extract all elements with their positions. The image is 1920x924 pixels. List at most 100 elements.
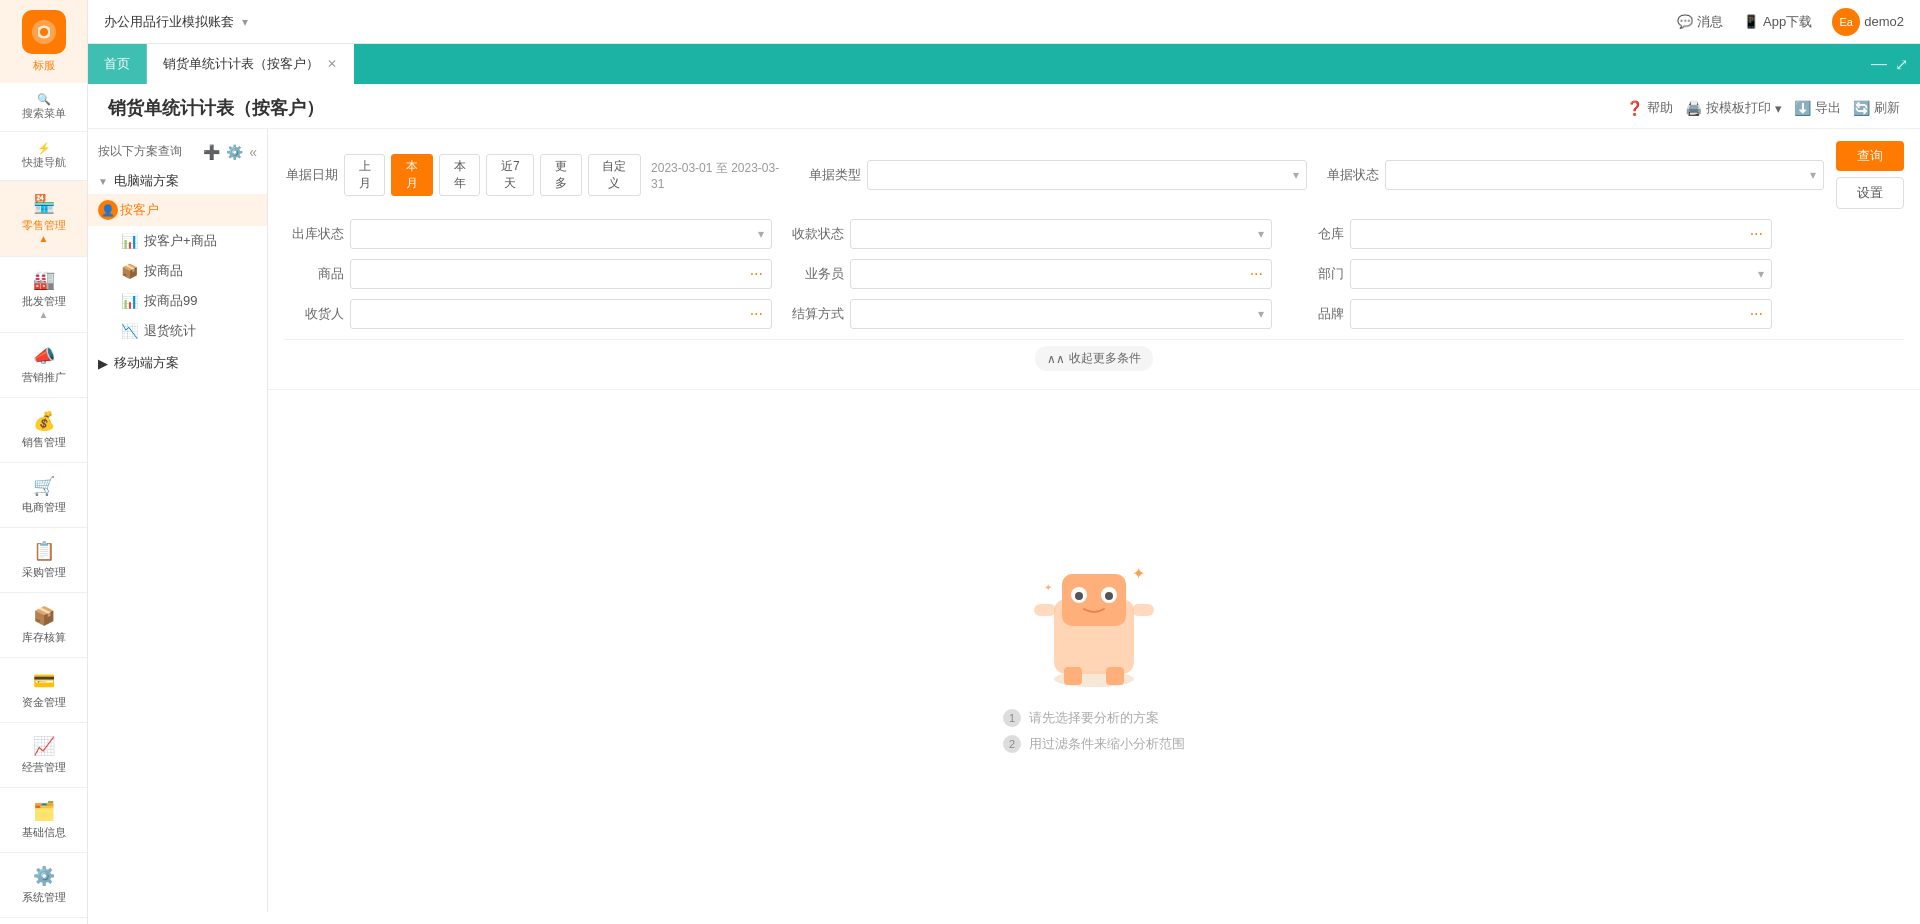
scheme-group-pc-title[interactable]: ▼ 电脑端方案 <box>88 168 267 194</box>
collapse-filters-btn[interactable]: ∧∧ 收起更多条件 <box>1035 346 1153 371</box>
filter-row-2: 出库状态 收款状态 <box>284 219 1904 249</box>
refresh-btn[interactable]: 🔄 刷新 <box>1853 99 1900 117</box>
app-download-btn[interactable]: 📱 App下载 <box>1743 13 1812 31</box>
header-left: 办公用品行业模拟账套 ▾ <box>104 13 248 31</box>
scheme-panel-title: 按以下方案查询 <box>98 143 182 160</box>
tab-bar: 首页 销货单统计计表（按客户） ✕ — ⤢ <box>88 44 1920 84</box>
retail-icon: 🏪 <box>33 193 55 215</box>
date-label: 单据日期 <box>284 166 338 184</box>
page-title-actions: ❓ 帮助 🖨️ 按模板打印 ▾ ⬇️ 导出 🔄 刷新 <box>1626 99 1900 117</box>
export-btn[interactable]: ⬇️ 导出 <box>1794 99 1841 117</box>
order-status-select[interactable] <box>1385 160 1824 190</box>
basic-info-icon: 🗂️ <box>33 800 55 822</box>
user-profile[interactable]: Ea demo2 <box>1832 8 1904 36</box>
settings-btn[interactable]: 设置 <box>1836 177 1904 209</box>
scheme-item-return-stats[interactable]: 📉 退货统计 <box>88 316 267 346</box>
system-icon: ⚙️ <box>33 865 55 887</box>
out-status-select-wrap[interactable] <box>350 219 772 249</box>
scheme-group-mobile-title[interactable]: ▶ 移动端方案 <box>88 350 267 376</box>
sidebar-item-finance[interactable]: 💳 资金管理 <box>0 658 87 723</box>
order-status-label: 单据状态 <box>1319 166 1379 184</box>
sidebar-item-wholesale[interactable]: 🏭 批发管理 ▲ <box>0 257 87 333</box>
receive-status-select[interactable] <box>850 219 1272 249</box>
sidebar-item-inventory[interactable]: 📦 库存核算 <box>0 593 87 658</box>
receive-status-select-wrap[interactable] <box>850 219 1272 249</box>
date-btn-last-month[interactable]: 上月 <box>344 154 385 196</box>
sidebar-item-enterprise[interactable]: 🤝 企业协同 <box>0 918 87 924</box>
salesperson-input[interactable]: ··· <box>850 259 1272 289</box>
print-dropdown-icon[interactable]: ▾ <box>1775 101 1782 116</box>
collapse-panel-btn[interactable]: « <box>249 144 257 160</box>
tab-close-btn[interactable]: ✕ <box>327 57 337 71</box>
svg-text:✦: ✦ <box>1044 582 1052 593</box>
sidebar-item-ecommerce[interactable]: 🛒 电商管理 <box>0 463 87 528</box>
message-btn[interactable]: 💬 消息 <box>1677 13 1723 31</box>
header-title: 办公用品行业模拟账套 <box>104 13 234 31</box>
marketing-icon: 📣 <box>33 345 55 367</box>
sidebar-item-purchase[interactable]: 📋 采购管理 <box>0 528 87 593</box>
scheme-item-product-99[interactable]: 📊 按商品99 <box>88 286 267 316</box>
date-btn-custom[interactable]: 自定义 <box>588 154 641 196</box>
sidebar-item-basic-info[interactable]: 🗂️ 基础信息 <box>0 788 87 853</box>
top-header: 办公用品行业模拟账套 ▾ 💬 消息 📱 App下载 Ea demo2 <box>88 0 1920 44</box>
page-title-bar: 销货单统计计表（按客户） ❓ 帮助 🖨️ 按模板打印 ▾ ⬇️ 导出 🔄 刷 <box>88 84 1920 129</box>
add-scheme-btn[interactable]: ➕ <box>203 144 220 160</box>
sidebar-item-sales[interactable]: 💰 销售管理 <box>0 398 87 463</box>
settle-group: 结算方式 <box>784 299 1272 329</box>
header-dropdown-btn[interactable]: ▾ <box>242 15 248 29</box>
warehouse-input[interactable]: ··· <box>1350 219 1772 249</box>
consignee-input[interactable]: ··· <box>350 299 772 329</box>
sidebar: 标服 🔍 搜索菜单 ⚡ 快捷导航 🏪 零售管理 ▲ 🏭 批发管理 ▲ 📣 营销推… <box>0 0 88 924</box>
scheme-panel-actions: ➕ ⚙️ « <box>203 144 257 160</box>
date-btn-more[interactable]: 更多 <box>540 154 581 196</box>
refresh-icon: 🔄 <box>1853 100 1870 116</box>
user-avatar: Ea <box>1832 8 1860 36</box>
warehouse-dots: ··· <box>1750 225 1763 243</box>
consignee-label: 收货人 <box>284 305 344 323</box>
product-99-icon: 📊 <box>120 293 138 309</box>
print-icon: 🖨️ <box>1685 100 1702 116</box>
department-select[interactable] <box>1350 259 1772 289</box>
left-scheme-panel: 按以下方案查询 ➕ ⚙️ « ▼ 电脑端方案 <box>88 129 268 912</box>
order-status-select-wrap[interactable] <box>1385 160 1824 190</box>
settle-select[interactable] <box>850 299 1272 329</box>
brand-group: 品牌 ··· <box>1284 299 1772 329</box>
sidebar-item-retail[interactable]: 🏪 零售管理 ▲ <box>0 181 87 257</box>
scheme-item-customer-product[interactable]: 📊 按客户+商品 <box>88 226 267 256</box>
order-type-select[interactable] <box>867 160 1306 190</box>
product-label: 商品 <box>284 265 344 283</box>
sidebar-item-operations[interactable]: 📈 经营管理 <box>0 723 87 788</box>
department-select-wrap[interactable] <box>1350 259 1772 289</box>
date-btn-this-month[interactable]: 本月 <box>391 154 432 196</box>
right-panel: 单据日期 上月 本月 本年 近7天 更多 自定义 2023-03-01 至 20… <box>268 129 1920 912</box>
maximize-btn[interactable]: ⤢ <box>1895 55 1908 74</box>
date-btn-this-year[interactable]: 本年 <box>439 154 480 196</box>
scheme-item-product[interactable]: 📦 按商品 <box>88 256 267 286</box>
search-icon: 🔍 <box>37 93 51 106</box>
out-status-select[interactable] <box>350 219 772 249</box>
tip-1-text: 请先选择要分析的方案 <box>1029 709 1159 727</box>
settle-select-wrap[interactable] <box>850 299 1272 329</box>
product-input[interactable]: ··· <box>350 259 772 289</box>
sidebar-item-system[interactable]: ⚙️ 系统管理 <box>0 853 87 918</box>
collapse-row: ∧∧ 收起更多条件 <box>284 339 1904 377</box>
tab-sales-stats[interactable]: 销货单统计计表（按客户） ✕ <box>147 44 354 84</box>
query-btn[interactable]: 查询 <box>1836 141 1904 171</box>
quick-nav-item[interactable]: ⚡ 快捷导航 <box>0 132 87 181</box>
order-type-select-wrap[interactable] <box>867 160 1306 190</box>
tip-2-num: 2 <box>1003 735 1021 753</box>
sidebar-item-marketing[interactable]: 📣 营销推广 <box>0 333 87 398</box>
edit-scheme-btn[interactable]: ⚙️ <box>226 144 243 160</box>
help-btn[interactable]: ❓ 帮助 <box>1626 99 1673 117</box>
print-btn[interactable]: 🖨️ 按模板打印 ▾ <box>1685 99 1782 117</box>
scheme-item-by-customer[interactable]: 👤 按客户 <box>88 194 267 226</box>
group-collapsed-icon: ▶ <box>98 356 108 371</box>
minimize-btn[interactable]: — <box>1871 55 1887 73</box>
query-btn-group: 查询 设置 <box>1836 141 1904 209</box>
search-menu-item[interactable]: 🔍 搜索菜单 <box>0 83 87 132</box>
brand-input[interactable]: ··· <box>1350 299 1772 329</box>
date-btn-7days[interactable]: 近7天 <box>486 154 534 196</box>
help-icon: ❓ <box>1626 100 1643 116</box>
tab-home[interactable]: 首页 <box>88 44 147 84</box>
header-right: 💬 消息 📱 App下载 Ea demo2 <box>1677 8 1904 36</box>
